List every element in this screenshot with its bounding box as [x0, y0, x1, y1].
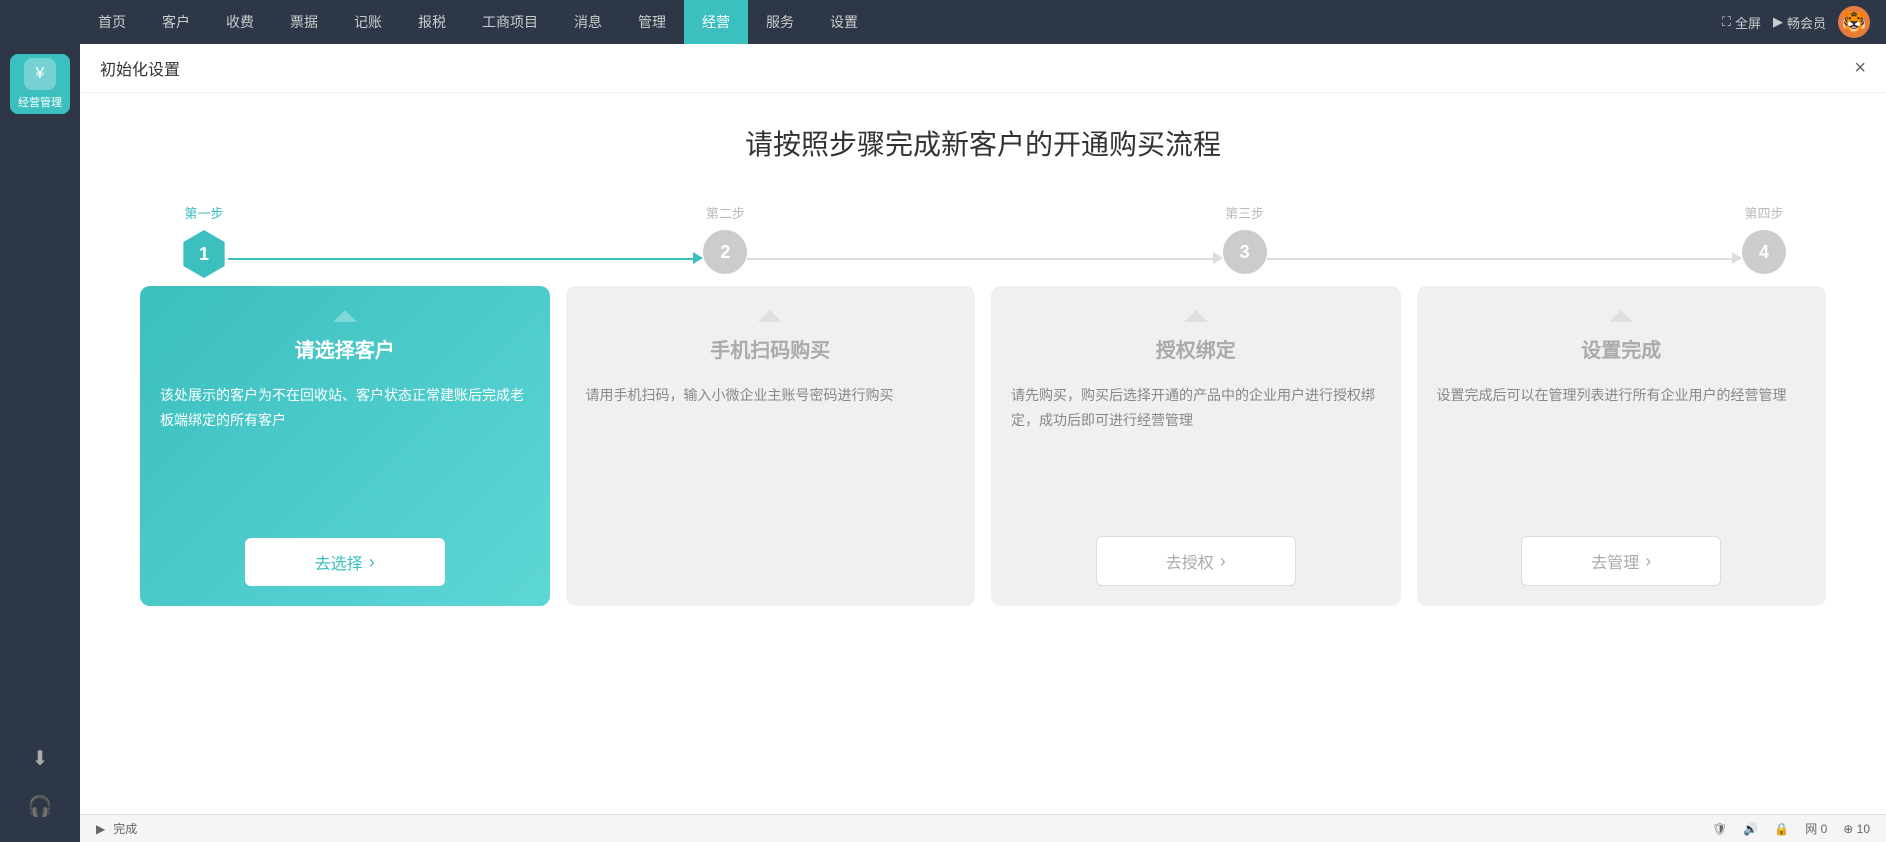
go-manage-label: 去管理: [1591, 549, 1639, 573]
nav-items: 首页 客户 收费 票据 记账 报税 工商项目 消息 管理 经营 服务 设置: [80, 0, 1722, 44]
flow-title: 请按照步骤完成新客户的开通购买流程: [120, 123, 1846, 163]
play-icon: ▶: [96, 822, 105, 836]
step-card-1: 请选择客户 该处展示的客户为不在回收站、客户状态正常建账后完成老板端绑定的所有客…: [140, 286, 550, 606]
nav-item-operation[interactable]: 经营: [684, 0, 748, 44]
go-select-button[interactable]: 去选择 ›: [245, 538, 445, 586]
card-4-title: 设置完成: [1437, 334, 1807, 363]
connector-line-3: [1267, 258, 1732, 260]
card-3-btn-area: 去授权 ›: [1011, 516, 1381, 586]
arrow-1: [693, 252, 703, 264]
sidebar-item-label: 经营管理: [18, 94, 62, 110]
top-navigation: 首页 客户 收费 票据 记账 报税 工商项目 消息 管理 经营 服务 设置 ⛶ …: [0, 0, 1886, 44]
step-node-4: 第四步 4: [1742, 203, 1786, 274]
steps-progress-row: 第一步 1 第二步 2 第三步: [120, 203, 1846, 278]
page-title: 初始化设置: [100, 56, 180, 80]
go-authorize-arrow: ›: [1220, 551, 1226, 572]
step-circle-2: 2: [703, 230, 747, 274]
card-4-desc: 设置完成后可以在管理列表进行所有企业用户的经营管理: [1437, 383, 1807, 516]
go-authorize-label: 去授权: [1166, 549, 1214, 573]
step-node-1: 第一步 1: [180, 203, 228, 278]
counter-display: 网 0: [1805, 820, 1827, 837]
nav-item-account[interactable]: 记账: [336, 0, 400, 44]
nav-item-fee[interactable]: 收费: [208, 0, 272, 44]
nav-item-bill[interactable]: 票据: [272, 0, 336, 44]
nav-right: ⛶ 全屏 ▶ 畅会员 🐯: [1722, 6, 1886, 38]
fullscreen-icon: ⛶: [1722, 14, 1731, 30]
go-select-arrow: ›: [369, 552, 375, 573]
step-card-3: 授权绑定 请先购买，购买后选择开通的产品中的企业用户进行授权绑定，成功后即可进行…: [991, 286, 1401, 606]
nav-item-client[interactable]: 客户: [144, 0, 208, 44]
card-3-title: 授权绑定: [1011, 334, 1381, 363]
sidebar-bottom: ⬇ 🎧: [20, 738, 60, 842]
lock-icon: 🔒: [1774, 822, 1789, 836]
card-1-desc: 该处展示的客户为不在回收站、客户状态正常建账后完成老板端绑定的所有客户: [160, 383, 530, 518]
nav-item-message[interactable]: 消息: [556, 0, 620, 44]
go-manage-button[interactable]: 去管理 ›: [1521, 536, 1721, 586]
cards-row: 请选择客户 该处展示的客户为不在回收站、客户状态正常建账后完成老板端绑定的所有客…: [120, 286, 1846, 606]
step-card-4: 设置完成 设置完成后可以在管理列表进行所有企业用户的经营管理 去管理 ›: [1417, 286, 1827, 606]
main-content: 请按照步骤完成新客户的开通购买流程 第一步 1 第二步 2: [80, 93, 1886, 814]
step-card-2: 手机扫码购买 请用手机扫码，输入小微企业主账号密码进行购买: [566, 286, 976, 606]
status-bar-right: 🛡 🔊 🔒 网 0 ⊕ 10: [1712, 820, 1870, 837]
card-pointer-3: [1184, 310, 1208, 322]
vip-label: 畅会员: [1787, 13, 1826, 32]
step-circle-4: 4: [1742, 230, 1786, 274]
sidebar-item-operation[interactable]: ¥ 经营管理: [10, 54, 70, 114]
status-bar: ▶ 完成 🛡 🔊 🔒 网 0 ⊕ 10: [80, 814, 1886, 842]
avatar-icon: 🐯: [1842, 10, 1867, 35]
card-2-btn-area: [586, 566, 956, 586]
step-2-label: 第二步: [706, 203, 745, 222]
connector-line-1: [228, 258, 693, 260]
step-4-label: 第四步: [1744, 203, 1783, 222]
shield-icon: 🛡: [1712, 822, 1727, 836]
step-node-2: 第二步 2: [703, 203, 747, 274]
main-layout: ¥ 经营管理 ⬇ 🎧 初始化设置 × 请按照步骤完成新客户的开通购买流程: [0, 44, 1886, 842]
step-node-3: 第三步 3: [1223, 203, 1267, 274]
vip-button[interactable]: ▶ 畅会员: [1773, 13, 1826, 32]
nav-item-home[interactable]: 首页: [80, 0, 144, 44]
arrow-2: [1213, 252, 1223, 264]
card-1-btn-area: 去选择 ›: [160, 518, 530, 586]
go-select-label: 去选择: [315, 550, 363, 574]
fullscreen-button[interactable]: ⛶ 全屏: [1722, 13, 1761, 32]
go-manage-arrow: ›: [1645, 551, 1651, 572]
fullscreen-label: 全屏: [1735, 13, 1761, 32]
content-area: 初始化设置 × 请按照步骤完成新客户的开通购买流程 第一步 1: [80, 44, 1886, 842]
card-2-title: 手机扫码购买: [586, 334, 956, 363]
close-button[interactable]: ×: [1854, 58, 1866, 78]
step-1-label: 第一步: [184, 203, 223, 222]
yuan-icon: ¥: [24, 58, 56, 90]
card-pointer-2: [758, 310, 782, 322]
status-text: 完成: [113, 820, 137, 837]
page-header: 初始化设置 ×: [80, 44, 1886, 93]
nav-item-manage[interactable]: 管理: [620, 0, 684, 44]
step-circle-1: 1: [180, 230, 228, 278]
nav-item-business[interactable]: 工商项目: [464, 0, 556, 44]
card-1-title: 请选择客户: [160, 334, 530, 363]
sidebar: ¥ 经营管理 ⬇ 🎧: [0, 44, 80, 842]
go-authorize-button[interactable]: 去授权 ›: [1096, 536, 1296, 586]
card-pointer-4: [1609, 310, 1633, 322]
download-icon[interactable]: ⬇: [20, 738, 60, 778]
volume-icon: 🔊: [1743, 822, 1758, 836]
avatar[interactable]: 🐯: [1838, 6, 1870, 38]
card-4-btn-area: 去管理 ›: [1437, 516, 1807, 586]
step-circle-3: 3: [1223, 230, 1267, 274]
nav-item-tax[interactable]: 报税: [400, 0, 464, 44]
card-3-desc: 请先购买，购买后选择开通的产品中的企业用户进行授权绑定，成功后即可进行经营管理: [1011, 383, 1381, 516]
zoom-display: ⊕ 10: [1843, 822, 1870, 836]
card-2-desc: 请用手机扫码，输入小微企业主账号密码进行购买: [586, 383, 956, 566]
nav-item-service[interactable]: 服务: [748, 0, 812, 44]
nav-item-settings[interactable]: 设置: [812, 0, 876, 44]
connector-line-2: [747, 258, 1212, 260]
arrow-3: [1732, 252, 1742, 264]
headset-icon[interactable]: 🎧: [20, 786, 60, 826]
step-3-label: 第三步: [1225, 203, 1264, 222]
card-pointer-1: [333, 310, 357, 322]
vip-icon: ▶: [1773, 14, 1783, 30]
